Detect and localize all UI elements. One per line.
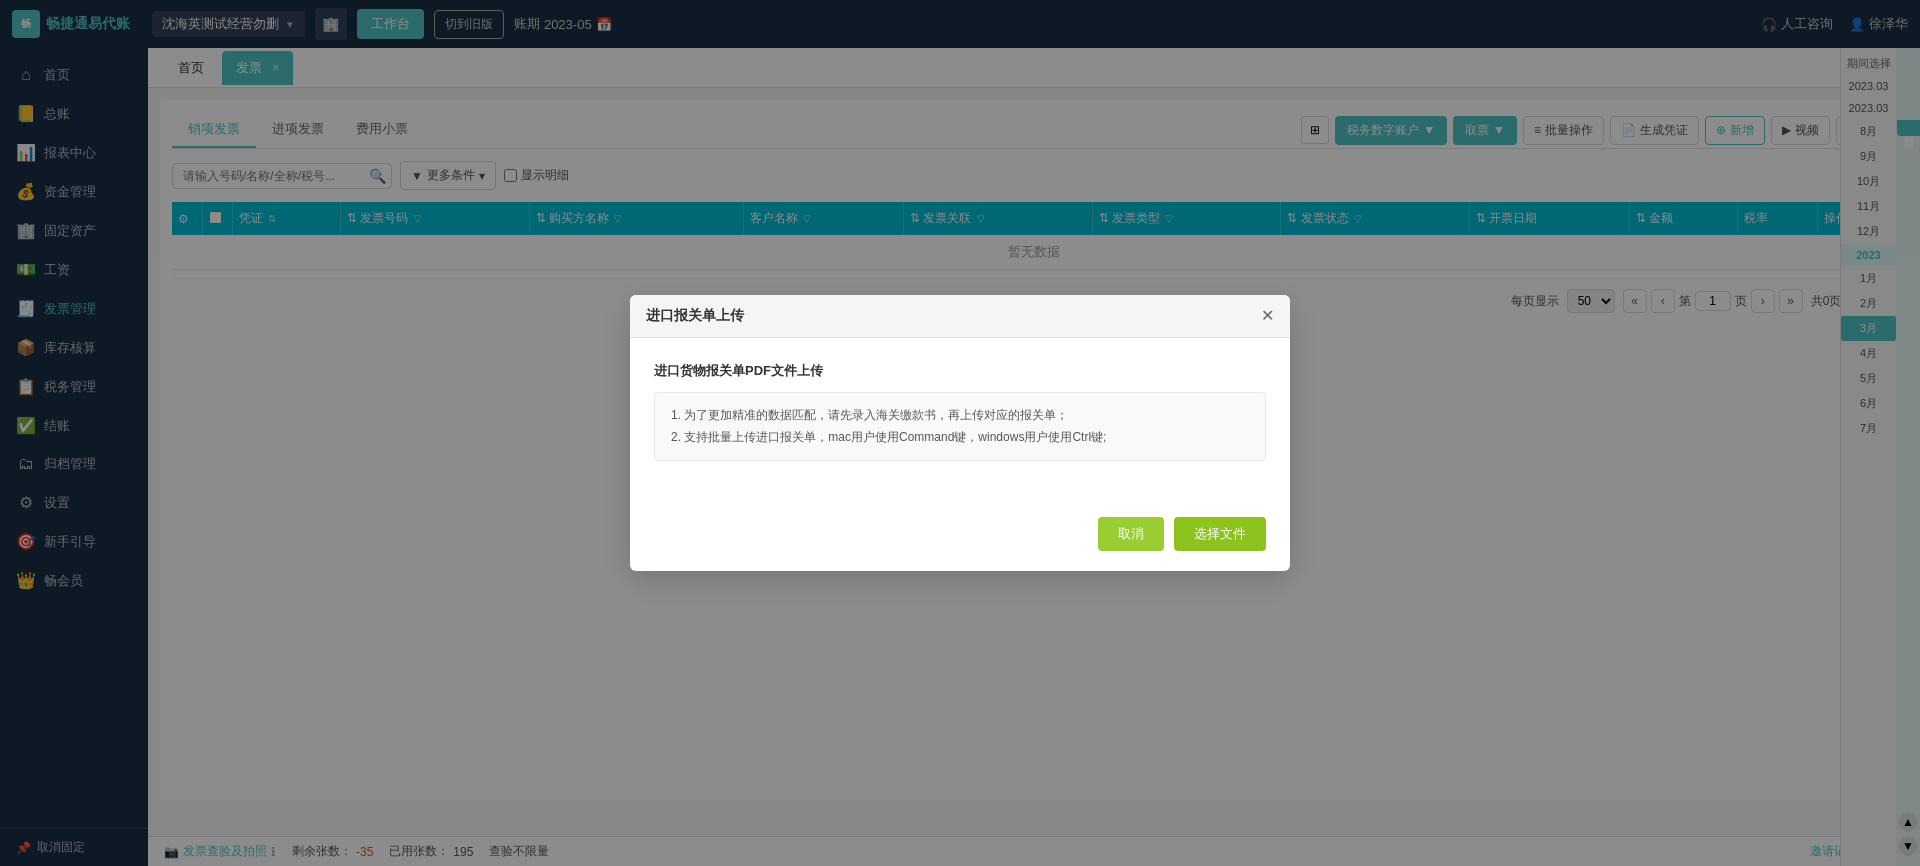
modal-dialog: 进口报关单上传 ✕ 进口货物报关单PDF文件上传 1. 为了更加精准的数据匹配，… bbox=[630, 295, 1290, 571]
modal-overlay[interactable]: 进口报关单上传 ✕ 进口货物报关单PDF文件上传 1. 为了更加精准的数据匹配，… bbox=[0, 0, 1920, 866]
upload-info-item-1: 1. 为了更加精准的数据匹配，请先录入海关缴款书，再上传对应的报关单； bbox=[671, 405, 1249, 427]
select-file-button[interactable]: 选择文件 bbox=[1174, 517, 1266, 551]
modal-close-button[interactable]: ✕ bbox=[1261, 308, 1274, 324]
modal-body: 进口货物报关单PDF文件上传 1. 为了更加精准的数据匹配，请先录入海关缴款书，… bbox=[630, 338, 1290, 505]
upload-info-box: 1. 为了更加精准的数据匹配，请先录入海关缴款书，再上传对应的报关单； 2. 支… bbox=[654, 392, 1266, 461]
modal-title: 进口报关单上传 bbox=[646, 307, 744, 325]
modal-footer: 取消 选择文件 bbox=[630, 505, 1290, 571]
modal-cancel-button[interactable]: 取消 bbox=[1098, 517, 1164, 551]
upload-info-item-2: 2. 支持批量上传进口报关单，mac用户使用Command键，windows用户… bbox=[671, 427, 1249, 449]
upload-section-title: 进口货物报关单PDF文件上传 bbox=[654, 362, 1266, 380]
modal-header: 进口报关单上传 ✕ bbox=[630, 295, 1290, 338]
